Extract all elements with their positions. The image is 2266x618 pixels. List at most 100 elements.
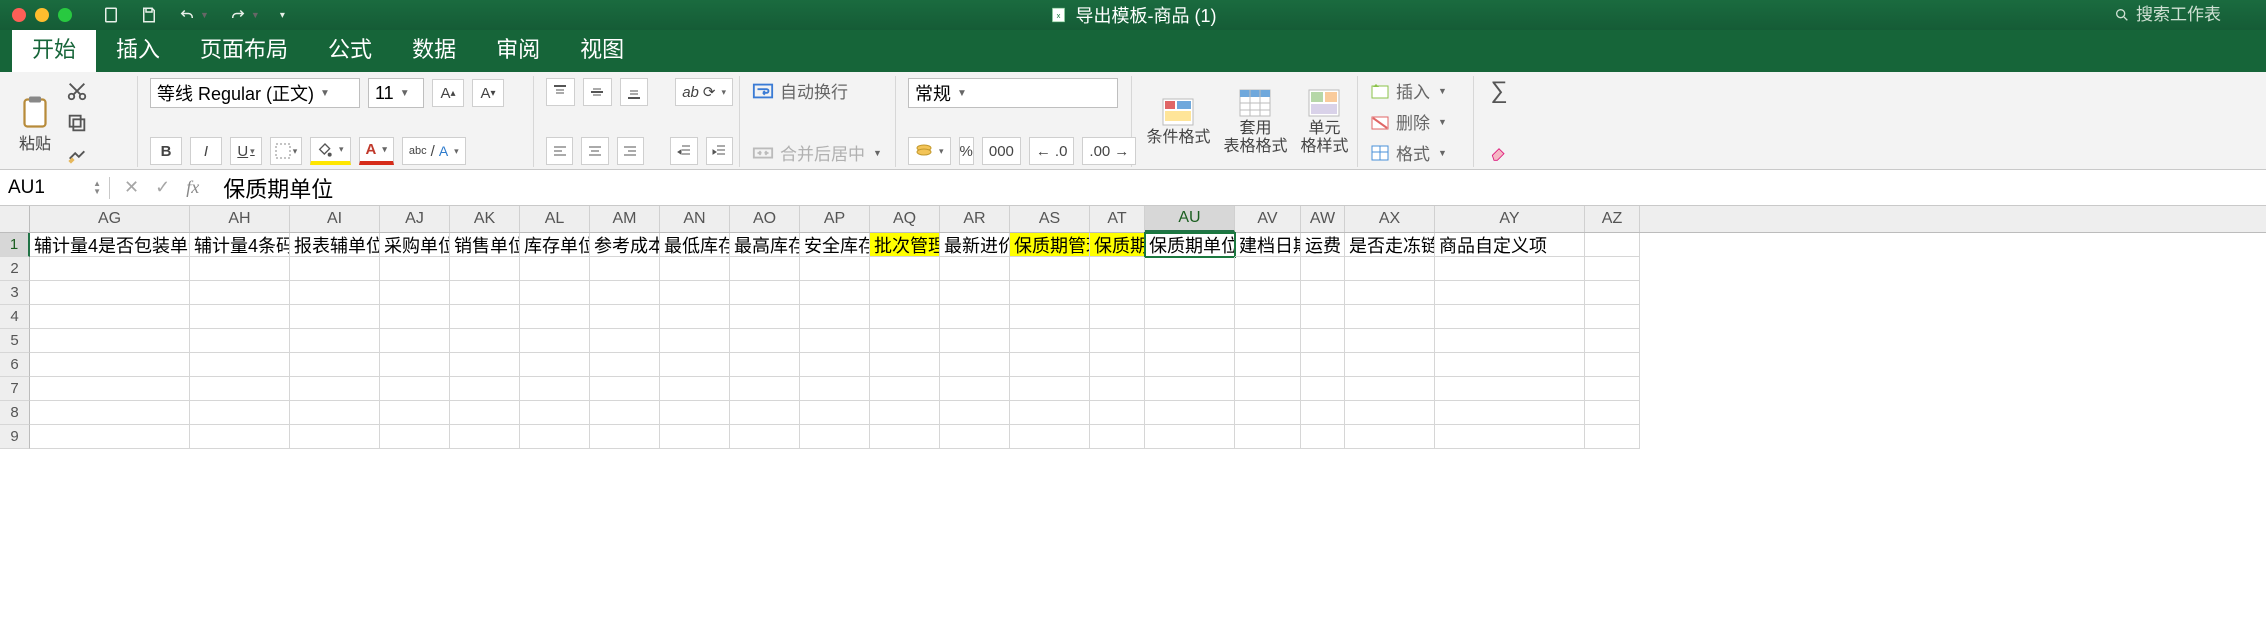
cell[interactable] <box>660 305 730 329</box>
cell[interactable] <box>940 425 1010 449</box>
cut-button[interactable] <box>64 78 90 104</box>
cell[interactable] <box>1235 353 1301 377</box>
cell[interactable] <box>380 353 450 377</box>
row-header-6[interactable]: 6 <box>0 353 30 377</box>
column-header-AY[interactable]: AY <box>1435 206 1585 232</box>
cell[interactable] <box>520 257 590 281</box>
cell[interactable] <box>590 329 660 353</box>
column-header-AU[interactable]: AU <box>1145 206 1235 232</box>
cell[interactable] <box>1090 305 1145 329</box>
cell[interactable] <box>1090 257 1145 281</box>
row-header-2[interactable]: 2 <box>0 257 30 281</box>
cell[interactable] <box>660 353 730 377</box>
font-name-combo[interactable]: 等线 Regular (正文)▼ <box>150 78 360 108</box>
cell[interactable] <box>1090 353 1145 377</box>
cell[interactable] <box>870 329 940 353</box>
cell[interactable]: 参考成本 <box>590 233 660 257</box>
column-header-AM[interactable]: AM <box>590 206 660 232</box>
paste-button[interactable]: 粘贴 <box>14 92 56 154</box>
cell[interactable] <box>450 425 520 449</box>
cell[interactable] <box>800 329 870 353</box>
sheet-search[interactable] <box>2114 5 2256 25</box>
cell[interactable] <box>1235 425 1301 449</box>
column-header-AJ[interactable]: AJ <box>380 206 450 232</box>
cell[interactable] <box>1585 257 1640 281</box>
cell[interactable] <box>730 353 800 377</box>
cell[interactable] <box>730 401 800 425</box>
cell[interactable] <box>1010 329 1090 353</box>
cell[interactable] <box>1345 401 1435 425</box>
column-header-AG[interactable]: AG <box>30 206 190 232</box>
autosum-button[interactable]: ∑ <box>1486 78 1512 104</box>
cell[interactable] <box>190 281 290 305</box>
cell[interactable] <box>380 401 450 425</box>
cell[interactable] <box>800 377 870 401</box>
cell[interactable] <box>1010 425 1090 449</box>
wrap-text-button[interactable]: 自动换行 <box>752 78 889 103</box>
clear-button[interactable] <box>1486 139 1512 165</box>
cell[interactable] <box>800 257 870 281</box>
cell[interactable] <box>1435 329 1585 353</box>
cell[interactable] <box>1435 281 1585 305</box>
name-box-stepper[interactable]: ▲▼ <box>93 180 101 196</box>
cell[interactable] <box>1090 401 1145 425</box>
cell[interactable] <box>1145 305 1235 329</box>
tab-data[interactable]: 数据 <box>392 24 476 72</box>
cell[interactable] <box>190 329 290 353</box>
cell[interactable] <box>940 329 1010 353</box>
cell[interactable] <box>380 281 450 305</box>
merge-center-button[interactable]: 合并后居中▼ <box>752 140 889 165</box>
cell[interactable] <box>380 257 450 281</box>
cell[interactable] <box>590 281 660 305</box>
cell[interactable] <box>1145 377 1235 401</box>
cell[interactable] <box>190 377 290 401</box>
cell[interactable] <box>1435 257 1585 281</box>
cell[interactable] <box>30 401 190 425</box>
cell[interactable] <box>1145 281 1235 305</box>
cell[interactable]: 运费 <box>1301 233 1345 257</box>
cell[interactable] <box>520 401 590 425</box>
cell[interactable] <box>1301 401 1345 425</box>
cell[interactable] <box>290 353 380 377</box>
italic-button[interactable]: I <box>190 137 222 165</box>
align-left-button[interactable] <box>546 137 573 165</box>
cell[interactable] <box>1585 377 1640 401</box>
align-right-button[interactable] <box>617 137 644 165</box>
currency-button[interactable]: ▾ <box>908 137 951 165</box>
cell[interactable] <box>1435 353 1585 377</box>
redo-button[interactable]: ▼ <box>229 6 260 24</box>
cell[interactable] <box>450 377 520 401</box>
cell[interactable] <box>590 425 660 449</box>
cell[interactable] <box>870 377 940 401</box>
format-as-table-button[interactable]: 套用 表格格式 <box>1223 88 1287 155</box>
bold-button[interactable]: B <box>150 137 182 165</box>
cell[interactable] <box>1345 305 1435 329</box>
cell[interactable] <box>520 353 590 377</box>
cell[interactable] <box>940 377 1010 401</box>
cell[interactable] <box>450 305 520 329</box>
cell[interactable] <box>1235 257 1301 281</box>
cell[interactable] <box>1301 305 1345 329</box>
format-cells-button[interactable]: 格式▼ <box>1370 140 1467 165</box>
orientation-button[interactable]: ab⟳▾ <box>675 78 733 106</box>
cell[interactable] <box>660 425 730 449</box>
formula-input[interactable] <box>213 175 2266 201</box>
column-header-AP[interactable]: AP <box>800 206 870 232</box>
cell[interactable] <box>1585 353 1640 377</box>
cell[interactable] <box>520 377 590 401</box>
underline-button[interactable]: U▾ <box>230 137 262 165</box>
tab-insert[interactable]: 插入 <box>96 24 180 72</box>
cell[interactable] <box>870 401 940 425</box>
cell[interactable] <box>1090 377 1145 401</box>
cell[interactable] <box>660 329 730 353</box>
cell[interactable]: 保质期管理 <box>1010 233 1090 257</box>
select-all-corner[interactable] <box>0 206 30 232</box>
confirm-formula-button[interactable]: ✓ <box>155 177 170 198</box>
fill-color-button[interactable]: ▾ <box>310 137 351 165</box>
cell[interactable] <box>1145 401 1235 425</box>
cell[interactable] <box>1345 353 1435 377</box>
cell-styles-button[interactable]: 单元 格样式 <box>1300 88 1348 155</box>
cell[interactable] <box>800 281 870 305</box>
cell[interactable] <box>730 281 800 305</box>
cell[interactable] <box>450 257 520 281</box>
